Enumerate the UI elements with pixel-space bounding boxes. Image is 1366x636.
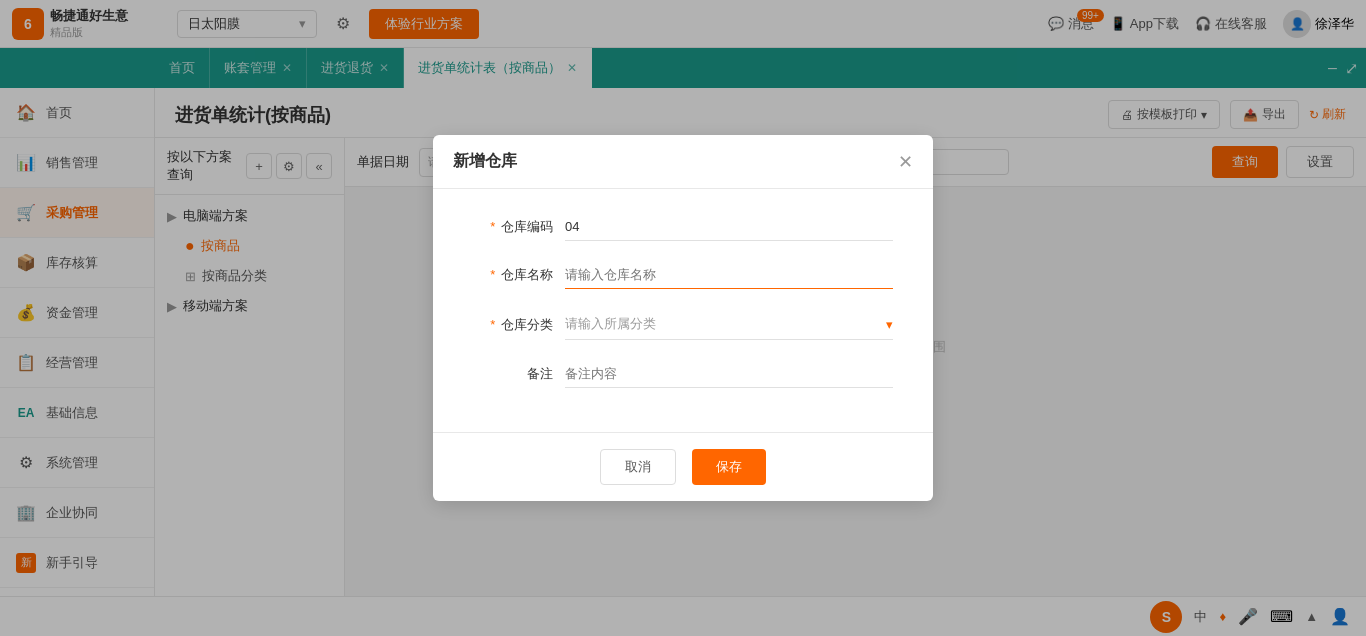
modal-header: 新增仓库 ✕	[433, 135, 933, 189]
category-placeholder: 请输入所属分类	[565, 315, 656, 333]
remark-label: 备注	[473, 365, 553, 383]
form-row-remark: 备注	[473, 360, 893, 388]
remark-input[interactable]	[565, 360, 893, 388]
required-star-name: *	[490, 267, 495, 282]
code-label: * 仓库编码	[473, 218, 553, 236]
modal-footer: 取消 保存	[433, 432, 933, 501]
code-input[interactable]	[565, 213, 893, 241]
name-input[interactable]	[565, 261, 893, 289]
form-row-name: * 仓库名称	[473, 261, 893, 289]
required-star-category: *	[490, 317, 495, 332]
modal-body: * 仓库编码 * 仓库名称 * 仓库分类 请输入	[433, 189, 933, 432]
cancel-button[interactable]: 取消	[600, 449, 676, 485]
form-row-code: * 仓库编码	[473, 213, 893, 241]
category-select[interactable]: 请输入所属分类 ▾	[565, 309, 893, 340]
modal-new-warehouse: 新增仓库 ✕ * 仓库编码 * 仓库名称	[433, 135, 933, 501]
save-button[interactable]: 保存	[692, 449, 766, 485]
name-label: * 仓库名称	[473, 266, 553, 284]
category-label: * 仓库分类	[473, 316, 553, 334]
required-star-code: *	[490, 219, 495, 234]
modal-overlay: 新增仓库 ✕ * 仓库编码 * 仓库名称	[0, 0, 1366, 636]
form-row-category: * 仓库分类 请输入所属分类 ▾	[473, 309, 893, 340]
modal-title: 新增仓库	[453, 151, 517, 172]
modal-close-button[interactable]: ✕	[898, 153, 913, 171]
category-chevron-icon: ▾	[886, 317, 893, 332]
